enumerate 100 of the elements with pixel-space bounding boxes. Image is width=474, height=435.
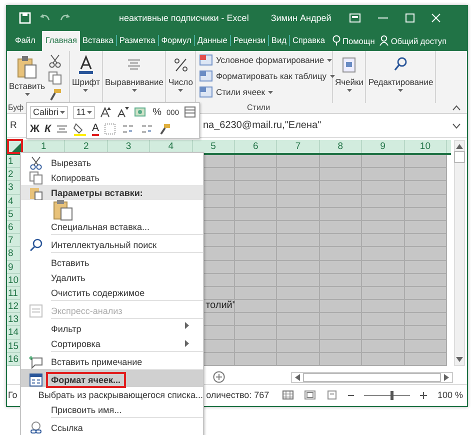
- grid-cell[interactable]: [362, 352, 405, 366]
- grid-cell[interactable]: [277, 260, 320, 274]
- page-break-icon[interactable]: [326, 390, 338, 400]
- grid-cell[interactable]: [277, 194, 320, 208]
- grid-cell[interactable]: [277, 326, 320, 340]
- grid-cell[interactable]: [234, 300, 278, 314]
- grid-cell[interactable]: [320, 260, 362, 274]
- menu-item[interactable]: Формат ячеек...: [21, 369, 203, 387]
- grid-cell[interactable]: [277, 313, 320, 326]
- column-header[interactable]: 7: [277, 140, 320, 153]
- increase-decimal-icon[interactable]: [120, 123, 135, 135]
- menu-item[interactable]: Вырезать: [21, 155, 203, 170]
- grid-cell[interactable]: [320, 168, 362, 182]
- horizontal-scrollbar[interactable]: [291, 372, 453, 382]
- grid-cell[interactable]: [362, 260, 405, 274]
- menu-item[interactable]: Удалить: [21, 270, 203, 285]
- grid-cell[interactable]: [234, 260, 278, 274]
- grid-cell[interactable]: [362, 220, 405, 234]
- scroll-down-icon[interactable]: [456, 357, 463, 362]
- grid-cell[interactable]: [277, 340, 320, 353]
- maximize-icon[interactable]: [405, 13, 416, 23]
- select-all-button[interactable]: [7, 139, 23, 154]
- grid-cell[interactable]: [320, 234, 362, 248]
- ribbon-button[interactable]: Выравнивание: [104, 53, 164, 103]
- grid-cell[interactable]: [277, 220, 320, 234]
- menu-item[interactable]: Очистить содержимое: [21, 285, 203, 300]
- add-sheet-icon[interactable]: [213, 371, 225, 383]
- menu-item[interactable]: Специальная вставка...: [21, 219, 203, 234]
- column-header[interactable]: 9: [362, 140, 405, 153]
- grid-cell[interactable]: [234, 181, 278, 195]
- ribbon-button[interactable]: Редактирование: [367, 53, 434, 103]
- grid-cell[interactable]: [362, 313, 405, 326]
- grid-cell[interactable]: [277, 352, 320, 366]
- percent-button[interactable]: %: [152, 106, 162, 118]
- grid-cell[interactable]: [404, 313, 447, 326]
- grid-cell[interactable]: [362, 208, 405, 221]
- grid-cell[interactable]: [404, 247, 447, 260]
- scroll-right-icon[interactable]: [444, 374, 449, 380]
- grid-cell[interactable]: [320, 326, 362, 340]
- grid-cell[interactable]: [320, 220, 362, 234]
- grid-cell[interactable]: [277, 234, 320, 248]
- zoom-thumb[interactable]: [390, 390, 394, 400]
- grid-cell[interactable]: [404, 220, 447, 234]
- grid-cell[interactable]: [362, 300, 405, 314]
- grid-cell[interactable]: [404, 274, 447, 287]
- column-header[interactable]: 6: [234, 140, 278, 153]
- grid-cell[interactable]: [404, 234, 447, 248]
- ribbon-tab[interactable]: Формул: [158, 35, 194, 46]
- ribbon-tab[interactable]: Рецензи: [230, 35, 268, 46]
- grid-cell[interactable]: [320, 286, 362, 300]
- grid-cell[interactable]: [234, 247, 278, 260]
- grid-cell[interactable]: [320, 340, 362, 353]
- tell-me-button[interactable]: Помощн: [332, 35, 375, 46]
- grid-cell[interactable]: [320, 313, 362, 326]
- user-name[interactable]: Зимин Андрей: [270, 13, 332, 23]
- grid-cell[interactable]: [234, 155, 278, 168]
- grid-cell[interactable]: [362, 274, 405, 287]
- grid-cell[interactable]: [277, 155, 320, 168]
- menu-item[interactable]: Присвоить имя...: [21, 402, 203, 417]
- align-center-icon[interactable]: [56, 123, 68, 135]
- font-size-field[interactable]: 11: [73, 106, 95, 118]
- normal-view-icon[interactable]: [282, 390, 294, 400]
- ribbon-display-icon[interactable]: [349, 13, 362, 23]
- menu-item[interactable]: Копировать: [21, 170, 203, 185]
- grid-cell[interactable]: [362, 326, 405, 340]
- grid-cell[interactable]: [277, 300, 320, 314]
- grid-cell[interactable]: [362, 155, 405, 168]
- menu-item[interactable]: Выбрать из раскрывающегося списка...: [21, 387, 203, 402]
- ribbon-tab[interactable]: Разметка: [116, 35, 158, 46]
- ribbon-tab[interactable]: Файл: [8, 35, 42, 46]
- share-button[interactable]: Общий доступ: [378, 35, 447, 46]
- grid-cell[interactable]: [234, 220, 278, 234]
- expand-icon[interactable]: [452, 122, 461, 128]
- styles-menu-button[interactable]: Стили ячеек: [198, 85, 329, 99]
- grid-cell[interactable]: [404, 155, 447, 168]
- undo-icon[interactable]: [39, 13, 51, 23]
- styles-menu-button[interactable]: Форматировать как таблицу: [198, 69, 329, 83]
- bold-button[interactable]: Ж: [30, 123, 40, 135]
- grid-cell[interactable]: [234, 194, 278, 208]
- ribbon-button[interactable]: Число: [167, 53, 194, 103]
- grid-cell[interactable]: [362, 247, 405, 260]
- ribbon-tab[interactable]: Вставка: [80, 35, 116, 46]
- grid-cell[interactable]: [234, 274, 278, 287]
- grid-cell[interactable]: [404, 352, 447, 366]
- column-header[interactable]: 10: [404, 140, 447, 153]
- grid-cell[interactable]: [320, 352, 362, 366]
- grid-cell[interactable]: [404, 326, 447, 340]
- close-icon[interactable]: [431, 13, 442, 23]
- paste-button[interactable]: Вставить: [8, 53, 46, 103]
- grid-cell[interactable]: [404, 194, 447, 208]
- grid-cell[interactable]: [320, 208, 362, 221]
- grid-cell[interactable]: [404, 168, 447, 182]
- zoom-in-icon[interactable]: [420, 392, 428, 398]
- grid-cell[interactable]: [320, 274, 362, 287]
- scroll-thumb[interactable]: [454, 151, 465, 163]
- grid-cell[interactable]: [362, 286, 405, 300]
- font-name-field[interactable]: Calibri: [30, 106, 68, 118]
- grid-cell[interactable]: [277, 208, 320, 221]
- paste-option-icon[interactable]: [53, 198, 73, 220]
- grid-cell[interactable]: [234, 286, 278, 300]
